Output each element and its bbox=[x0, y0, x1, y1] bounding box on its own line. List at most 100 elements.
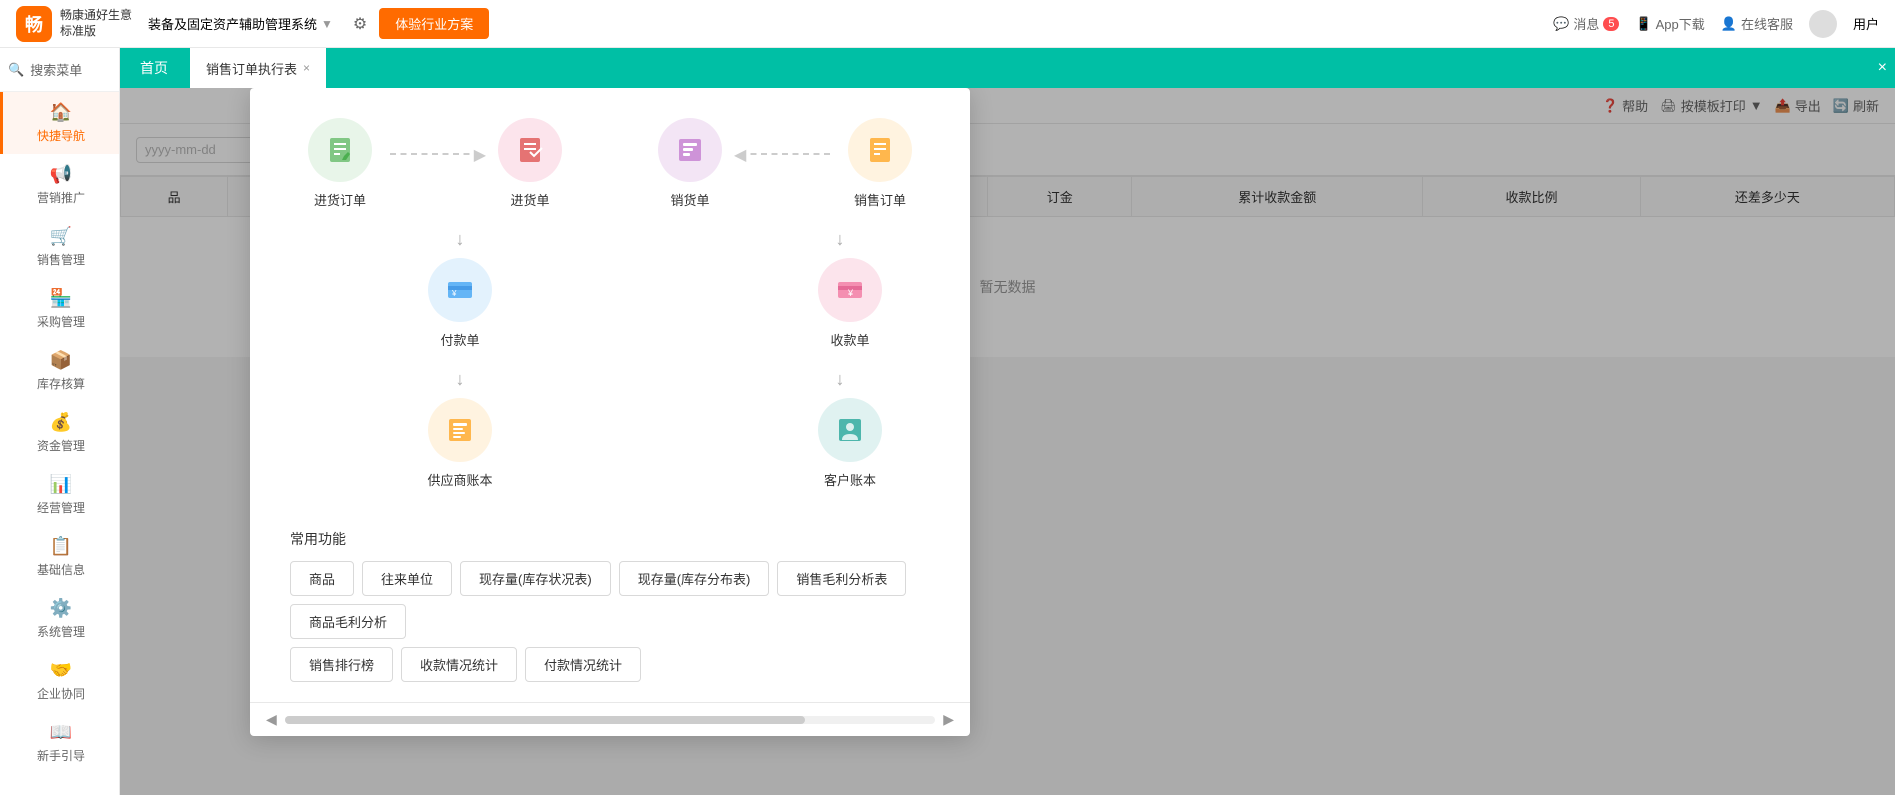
svg-text:¥: ¥ bbox=[847, 288, 854, 298]
sidebar-item-label: 快捷导航 bbox=[37, 127, 85, 144]
sidebar-item-purchase-mgmt[interactable]: 🏪 采购管理 bbox=[0, 278, 119, 340]
flow-circle-sales-order bbox=[848, 118, 912, 182]
enterprise-icon: 🤝 bbox=[50, 660, 72, 681]
user-name: 用户 bbox=[1853, 14, 1879, 33]
sidebar-item-finance[interactable]: 💰 资金管理 bbox=[0, 402, 119, 464]
flow-label-customer-account: 客户账本 bbox=[824, 470, 876, 489]
flow-node-receipt[interactable]: ¥ 收款单 bbox=[800, 258, 900, 349]
flow-node-payment[interactable]: ¥ 付款单 bbox=[410, 258, 510, 349]
online-service-label: 在线客服 bbox=[1741, 14, 1793, 33]
content-area: 首页 销售订单执行表 × × ❓ 帮助 🖨 bbox=[120, 48, 1895, 795]
func-btn-product[interactable]: 商品 bbox=[290, 561, 354, 596]
sidebar-item-label: 系统管理 bbox=[37, 623, 85, 640]
function-buttons-row2: 销售排行榜 收款情况统计 付款情况统计 bbox=[290, 647, 930, 682]
tab-bar-close-icon[interactable]: × bbox=[1878, 59, 1887, 77]
sidebar-item-operations[interactable]: 📊 经营管理 bbox=[0, 464, 119, 526]
common-functions-title: 常用功能 bbox=[290, 529, 930, 549]
sidebar-item-label: 营销推广 bbox=[37, 189, 85, 206]
trial-button[interactable]: 体验行业方案 bbox=[379, 8, 489, 39]
sidebar-item-marketing[interactable]: 📢 营销推广 bbox=[0, 154, 119, 216]
inventory-icon: 📦 bbox=[50, 350, 72, 371]
tab-home[interactable]: 首页 bbox=[120, 48, 188, 88]
sidebar-search[interactable]: 🔍 搜索菜单 bbox=[0, 48, 119, 92]
flow-label-purchase-order: 进货订单 bbox=[314, 190, 366, 209]
modal-overlay: 进货订单 ▶ bbox=[120, 88, 1895, 795]
system-title-dropdown[interactable]: 装备及固定资产辅助管理系统 ▼ bbox=[148, 14, 333, 33]
header-left: 畅 畅康通好生意 标准版 装备及固定资产辅助管理系统 ▼ ⚙ 体验行业方案 bbox=[16, 6, 489, 42]
app-container: 畅 畅康通好生意 标准版 装备及固定资产辅助管理系统 ▼ ⚙ 体验行业方案 💬 … bbox=[0, 0, 1895, 795]
flow-label-payment: 付款单 bbox=[440, 330, 479, 349]
flow-label-receipt: 收款单 bbox=[830, 330, 869, 349]
flow-row-2: ¥ 付款单 bbox=[290, 258, 930, 349]
sidebar-item-inventory[interactable]: 📦 库存核算 bbox=[0, 340, 119, 402]
dropdown-arrow-icon: ▼ bbox=[321, 17, 333, 31]
basic-info-icon: 📋 bbox=[50, 536, 72, 557]
sidebar-item-label: 企业协同 bbox=[37, 685, 85, 702]
flow-label-purchase-bill: 进货单 bbox=[510, 190, 549, 209]
sidebar-item-sys-mgmt[interactable]: ⚙️ 系统管理 bbox=[0, 588, 119, 650]
scroll-bar-area: ◀ ▶ bbox=[250, 702, 970, 736]
svg-text:¥: ¥ bbox=[451, 289, 457, 298]
common-functions: 常用功能 商品 往来单位 现存量(库存状况表) 现存量(库存分布表) 销售毛利分… bbox=[250, 529, 970, 702]
scroll-thumb bbox=[285, 716, 805, 724]
func-btn-sales-gross[interactable]: 销售毛利分析表 bbox=[777, 561, 906, 596]
flow-circle-customer-account bbox=[818, 398, 882, 462]
flow-node-supplier-account[interactable]: 供应商账本 bbox=[410, 398, 510, 489]
sidebar-item-sales-mgmt[interactable]: 🛒 销售管理 bbox=[0, 216, 119, 278]
flow-node-sales-bill[interactable]: 销货单 bbox=[640, 118, 740, 209]
flow-node-sales-order[interactable]: 销售订单 bbox=[830, 118, 930, 209]
scroll-left-arrow[interactable]: ◀ bbox=[266, 711, 277, 728]
search-icon: 🔍 bbox=[8, 62, 24, 78]
sys-mgmt-icon: ⚙️ bbox=[50, 598, 72, 619]
flow-section: 进货订单 ▶ bbox=[250, 88, 970, 529]
app-download-action[interactable]: 📱 App下载 bbox=[1635, 14, 1704, 33]
flow-node-customer-account[interactable]: 客户账本 bbox=[800, 398, 900, 489]
tab-sales-order[interactable]: 销售订单执行表 × bbox=[190, 48, 326, 88]
system-title: 装备及固定资产辅助管理系统 bbox=[148, 14, 317, 33]
app-download-label: App下载 bbox=[1656, 14, 1705, 33]
sidebar-item-label: 经营管理 bbox=[37, 499, 85, 516]
quick-nav-icon: 🏠 bbox=[50, 102, 72, 123]
flow-node-purchase-order[interactable]: 进货订单 bbox=[290, 118, 390, 209]
scroll-right-arrow[interactable]: ▶ bbox=[943, 711, 954, 728]
operations-icon: 📊 bbox=[50, 474, 72, 495]
new-guide-icon: 📖 bbox=[50, 722, 72, 743]
tab-bar: 首页 销售订单执行表 × × bbox=[120, 48, 1895, 88]
purchase-icon: 🏪 bbox=[50, 288, 72, 309]
flow-circle-receipt: ¥ bbox=[818, 258, 882, 322]
func-btn-inventory-dist[interactable]: 现存量(库存分布表) bbox=[619, 561, 770, 596]
flow-circle-purchase-order bbox=[308, 118, 372, 182]
phone-icon: 📱 bbox=[1635, 16, 1651, 32]
func-btn-payment-stat[interactable]: 付款情况统计 bbox=[525, 647, 641, 682]
flow-label-sales-bill: 销货单 bbox=[670, 190, 709, 209]
flow-node-purchase-bill[interactable]: 进货单 bbox=[480, 118, 580, 209]
sidebar-item-basic-info[interactable]: 📋 基础信息 bbox=[0, 526, 119, 588]
page-content: ❓ 帮助 🖨 按模板打印 ▼ 📤 导出 🔄 刷新 bbox=[120, 88, 1895, 795]
sidebar-item-label: 新手引导 bbox=[37, 747, 85, 764]
flow-label-supplier-account: 供应商账本 bbox=[427, 470, 492, 489]
func-btn-receipt-stat[interactable]: 收款情况统计 bbox=[401, 647, 517, 682]
func-btn-sales-rank[interactable]: 销售排行榜 bbox=[290, 647, 393, 682]
func-btn-inventory-status[interactable]: 现存量(库存状况表) bbox=[460, 561, 611, 596]
settings-icon[interactable]: ⚙ bbox=[353, 14, 367, 34]
tab-close-icon[interactable]: × bbox=[303, 61, 310, 75]
sales-icon: 🛒 bbox=[50, 226, 72, 247]
sidebar-item-quick-nav[interactable]: 🏠 快捷导航 bbox=[0, 92, 119, 154]
user-avatar[interactable] bbox=[1809, 10, 1837, 38]
flow-circle-supplier-account bbox=[428, 398, 492, 462]
func-btn-product-gross[interactable]: 商品毛利分析 bbox=[290, 604, 406, 639]
message-label: 消息 bbox=[1573, 14, 1599, 33]
tab-label: 销售订单执行表 bbox=[206, 59, 297, 78]
func-btn-partner[interactable]: 往来单位 bbox=[362, 561, 452, 596]
modal-box: 进货订单 ▶ bbox=[250, 88, 970, 736]
sidebar-item-new-guide[interactable]: 📖 新手引导 bbox=[0, 712, 119, 774]
flow-circle-sales-bill bbox=[658, 118, 722, 182]
scroll-track[interactable] bbox=[285, 716, 935, 724]
function-buttons: 商品 往来单位 现存量(库存状况表) 现存量(库存分布表) 销售毛利分析表 商品… bbox=[290, 561, 930, 639]
logo-text: 畅康通好生意 标准版 bbox=[60, 8, 132, 39]
sidebar-item-enterprise[interactable]: 🤝 企业协同 bbox=[0, 650, 119, 712]
top-header: 畅 畅康通好生意 标准版 装备及固定资产辅助管理系统 ▼ ⚙ 体验行业方案 💬 … bbox=[0, 0, 1895, 48]
online-service-action[interactable]: 👤 在线客服 bbox=[1721, 14, 1793, 33]
message-action[interactable]: 💬 消息 5 bbox=[1553, 14, 1619, 33]
sidebar-item-label: 资金管理 bbox=[37, 437, 85, 454]
